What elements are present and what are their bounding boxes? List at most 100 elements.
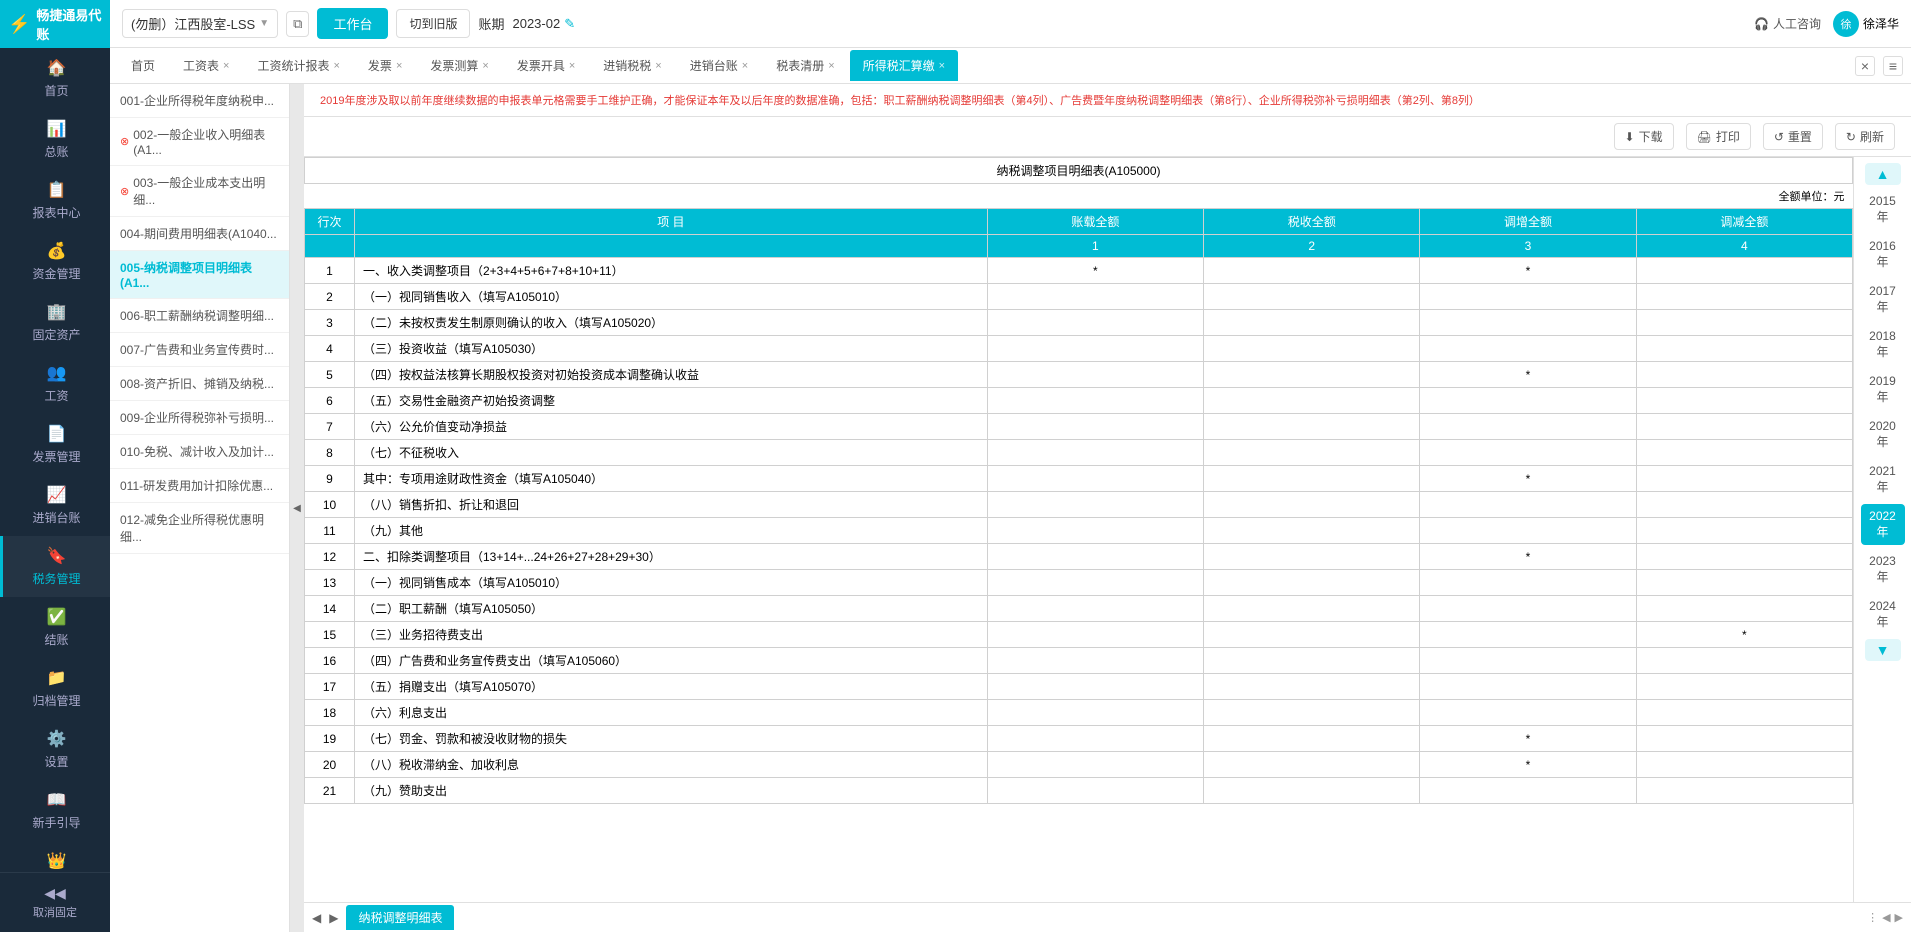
sidebar-item-settings[interactable]: ⚙️ 设置	[0, 719, 110, 780]
cell-c2-18[interactable]	[1204, 726, 1420, 752]
sidebar-item-funds[interactable]: 💰 资金管理	[0, 231, 110, 292]
workstation-button[interactable]: 工作台	[317, 8, 388, 39]
left-item-002[interactable]: ⊗ 002-一般企业收入明细表(A1...	[110, 118, 289, 166]
cell-c4-12[interactable]	[1636, 570, 1852, 596]
cell-c3-14[interactable]	[1420, 622, 1636, 648]
cell-c2-3[interactable]	[1204, 336, 1420, 362]
cell-c3-4[interactable]: *	[1420, 362, 1636, 388]
cell-c4-5[interactable]	[1636, 388, 1852, 414]
cell-c4-7[interactable]	[1636, 440, 1852, 466]
sidebar-item-home[interactable]: 🏠 首页	[0, 48, 110, 109]
cell-c4-14[interactable]: *	[1636, 622, 1852, 648]
cell-c3-13[interactable]	[1420, 596, 1636, 622]
cell-c4-17[interactable]	[1636, 700, 1852, 726]
cell-c4-20[interactable]	[1636, 778, 1852, 804]
sheet-tab[interactable]: 纳税调整明细表	[346, 905, 454, 930]
cell-c1-8[interactable]	[987, 466, 1203, 492]
tab-invoice-calc[interactable]: 发票测算 ×	[417, 50, 501, 81]
sidebar-item-close[interactable]: ✅ 结账	[0, 597, 110, 658]
year-2021[interactable]: 2021年	[1861, 459, 1905, 500]
cell-c3-20[interactable]	[1420, 778, 1636, 804]
year-down-button[interactable]: ▼	[1865, 639, 1901, 661]
close-tab-payroll-stat[interactable]: ×	[333, 60, 339, 72]
table-scroll[interactable]: 纳税调整项目明细表(A105000) 全额单位：元	[304, 157, 1853, 902]
cell-c4-15[interactable]	[1636, 648, 1852, 674]
sidebar-item-tax[interactable]: 🔖 税务管理	[0, 536, 110, 597]
cell-c3-8[interactable]: *	[1420, 466, 1636, 492]
cell-c3-1[interactable]	[1420, 284, 1636, 310]
cell-c1-14[interactable]	[987, 622, 1203, 648]
cell-c4-16[interactable]	[1636, 674, 1852, 700]
year-2022[interactable]: 2022年	[1861, 504, 1905, 545]
cell-c1-4[interactable]	[987, 362, 1203, 388]
refresh-button[interactable]: ↻ 刷新	[1835, 123, 1895, 150]
year-up-button[interactable]: ▲	[1865, 163, 1901, 185]
cell-c3-16[interactable]	[1420, 674, 1636, 700]
cell-c3-2[interactable]	[1420, 310, 1636, 336]
cell-c2-17[interactable]	[1204, 700, 1420, 726]
cell-c1-11[interactable]	[987, 544, 1203, 570]
tab-purchase-tax[interactable]: 进销税税 ×	[590, 50, 674, 81]
cell-c4-0[interactable]	[1636, 258, 1852, 284]
sidebar-item-report[interactable]: 📋 报表中心	[0, 170, 110, 231]
tab-invoice-open[interactable]: 发票开具 ×	[504, 50, 588, 81]
cell-c2-15[interactable]	[1204, 648, 1420, 674]
cell-c2-12[interactable]	[1204, 570, 1420, 596]
cell-c1-10[interactable]	[987, 518, 1203, 544]
cell-c4-6[interactable]	[1636, 414, 1852, 440]
cell-c2-14[interactable]	[1204, 622, 1420, 648]
cell-c1-13[interactable]	[987, 596, 1203, 622]
cell-c1-17[interactable]	[987, 700, 1203, 726]
cell-c2-5[interactable]	[1204, 388, 1420, 414]
cell-c1-5[interactable]	[987, 388, 1203, 414]
year-2024[interactable]: 2024年	[1861, 594, 1905, 635]
cell-c4-11[interactable]	[1636, 544, 1852, 570]
left-item-007[interactable]: 007-广告费和业务宣传费时...	[110, 333, 289, 367]
close-tab-payroll[interactable]: ×	[223, 60, 229, 72]
sidebar-item-assets[interactable]: 🏢 固定资产	[0, 292, 110, 353]
year-2016[interactable]: 2016年	[1861, 234, 1905, 275]
tab-menu-button[interactable]: ≡	[1883, 56, 1903, 76]
cell-c1-20[interactable]	[987, 778, 1203, 804]
left-item-010[interactable]: 010-免税、减计收入及加计...	[110, 435, 289, 469]
cell-c3-15[interactable]	[1420, 648, 1636, 674]
cell-c4-2[interactable]	[1636, 310, 1852, 336]
close-tab-income-tax[interactable]: ×	[939, 60, 945, 72]
cell-c2-9[interactable]	[1204, 492, 1420, 518]
year-2020[interactable]: 2020年	[1861, 414, 1905, 455]
panel-toggle-button[interactable]: ◀	[290, 84, 304, 932]
year-2015[interactable]: 2015年	[1861, 189, 1905, 230]
unpin-button[interactable]: ◀◀ 取消固定	[29, 881, 81, 924]
scroll-right-icon[interactable]: ▶	[1895, 911, 1903, 924]
cell-c2-10[interactable]	[1204, 518, 1420, 544]
nav-left-icon[interactable]: ◀	[312, 911, 321, 925]
tab-invoice[interactable]: 发票 ×	[355, 50, 415, 81]
close-tab-invoice-open[interactable]: ×	[569, 60, 575, 72]
cell-c2-7[interactable]	[1204, 440, 1420, 466]
cell-c2-4[interactable]	[1204, 362, 1420, 388]
cell-c2-1[interactable]	[1204, 284, 1420, 310]
cell-c3-18[interactable]: *	[1420, 726, 1636, 752]
sidebar-item-guide[interactable]: 📖 新手引导	[0, 780, 110, 841]
print-button[interactable]: 🖨 打印	[1686, 123, 1751, 150]
left-item-006[interactable]: 006-职工薪酬纳税调整明细...	[110, 299, 289, 333]
cell-c4-13[interactable]	[1636, 596, 1852, 622]
left-item-012[interactable]: 012-减免企业所得税优惠明细...	[110, 503, 289, 554]
left-item-009[interactable]: 009-企业所得税弥补亏损明...	[110, 401, 289, 435]
cell-c4-1[interactable]	[1636, 284, 1852, 310]
close-all-tabs-button[interactable]: ×	[1855, 56, 1875, 76]
tab-home[interactable]: 首页	[118, 50, 168, 81]
old-version-button[interactable]: 切到旧版	[396, 9, 470, 38]
cell-c1-2[interactable]	[987, 310, 1203, 336]
cell-c4-19[interactable]	[1636, 752, 1852, 778]
year-2018[interactable]: 2018年	[1861, 324, 1905, 365]
cell-c1-0[interactable]: *	[987, 258, 1203, 284]
left-item-004[interactable]: 004-期间费用明细表(A1040...	[110, 217, 289, 251]
sidebar-item-sales[interactable]: 📈 进销台账	[0, 475, 110, 536]
cell-c1-12[interactable]	[987, 570, 1203, 596]
year-2023[interactable]: 2023年	[1861, 549, 1905, 590]
cell-c1-15[interactable]	[987, 648, 1203, 674]
cell-c2-20[interactable]	[1204, 778, 1420, 804]
tab-tax-form[interactable]: 税表清册 ×	[763, 50, 847, 81]
left-item-001[interactable]: 001-企业所得税年度纳税申...	[110, 84, 289, 118]
